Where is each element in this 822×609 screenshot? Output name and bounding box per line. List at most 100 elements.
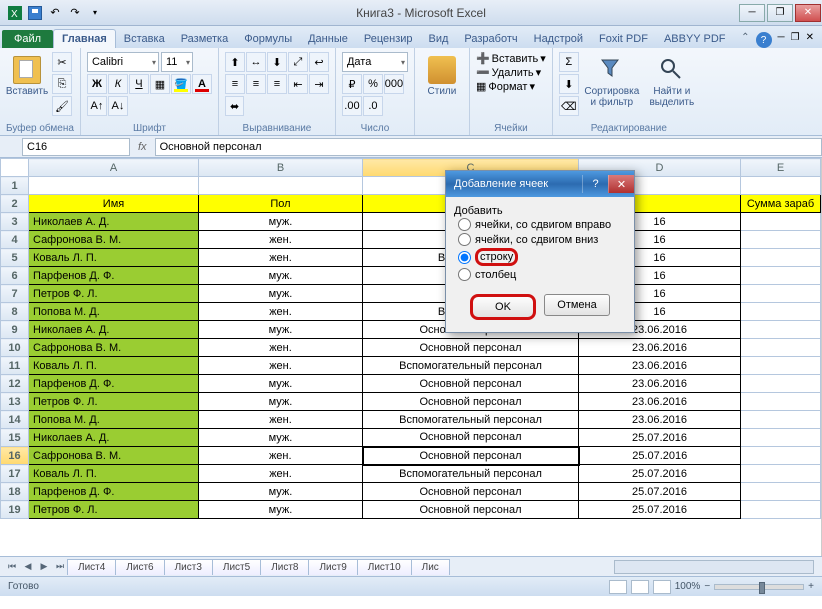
minimize-button[interactable]: ─ bbox=[739, 4, 765, 22]
font-size-combo[interactable]: 11 bbox=[161, 52, 193, 72]
format-painter-icon[interactable]: 🖌 bbox=[52, 96, 72, 116]
formula-input[interactable]: Основной персонал bbox=[155, 138, 822, 156]
italic-icon[interactable]: К bbox=[108, 74, 128, 94]
cell-name[interactable]: Сафронова В. М. bbox=[29, 231, 199, 249]
insert-cells-button[interactable]: ➕Вставить ▾ bbox=[476, 52, 546, 65]
cell-name[interactable]: Сафронова В. М. bbox=[29, 447, 199, 465]
font-name-combo[interactable]: Calibri bbox=[87, 52, 159, 72]
cell-empty[interactable] bbox=[741, 375, 821, 393]
radio-shift-down[interactable]: ячейки, со сдвигом вниз bbox=[454, 232, 626, 247]
cell-category[interactable]: Основной персонал bbox=[363, 429, 579, 447]
sheet-nav-prev-icon[interactable]: ◀ bbox=[20, 559, 36, 575]
cell-name[interactable]: Парфенов Д. Ф. bbox=[29, 375, 199, 393]
tab-layout[interactable]: Разметка bbox=[173, 30, 237, 48]
cell-category[interactable]: Вспомогательный персонал bbox=[363, 465, 579, 483]
cell-empty[interactable] bbox=[741, 447, 821, 465]
cell-name[interactable]: Коваль Л. П. bbox=[29, 249, 199, 267]
radio-row-input[interactable] bbox=[458, 251, 471, 264]
cell-category[interactable]: Вспомогательный персонал bbox=[363, 411, 579, 429]
row-header-10[interactable]: 10 bbox=[1, 339, 29, 357]
fill-icon[interactable]: ⬇ bbox=[559, 74, 579, 94]
cell-empty[interactable] bbox=[741, 267, 821, 285]
border-icon[interactable]: ▦ bbox=[150, 74, 170, 94]
cell-empty[interactable] bbox=[741, 231, 821, 249]
cell-empty[interactable] bbox=[741, 483, 821, 501]
copy-icon[interactable]: ⎘ bbox=[52, 74, 72, 94]
cell-empty[interactable] bbox=[741, 249, 821, 267]
dialog-help-icon[interactable]: ? bbox=[582, 175, 608, 193]
cell-sex[interactable]: жен. bbox=[199, 465, 363, 483]
find-select-button[interactable]: Найти и выделить bbox=[645, 52, 699, 108]
merge-icon[interactable]: ⬌ bbox=[225, 96, 244, 116]
row-header-1[interactable]: 1 bbox=[1, 177, 29, 195]
radio-shift-right[interactable]: ячейки, со сдвигом вправо bbox=[454, 217, 626, 232]
cell-name[interactable]: Николаев А. Д. bbox=[29, 429, 199, 447]
cell-sex[interactable]: муж. bbox=[199, 429, 363, 447]
row-header-12[interactable]: 12 bbox=[1, 375, 29, 393]
cell-date[interactable]: 23.06.2016 bbox=[579, 357, 741, 375]
doc-close-icon[interactable]: ✕ bbox=[806, 32, 814, 48]
sheet-tab-Лист6[interactable]: Лист6 bbox=[115, 559, 164, 575]
sheet-nav-first-icon[interactable]: ⏮ bbox=[4, 559, 20, 575]
zoom-in-icon[interactable]: + bbox=[808, 581, 814, 592]
tab-insert[interactable]: Вставка bbox=[116, 30, 173, 48]
row-header-19[interactable]: 19 bbox=[1, 501, 29, 519]
tab-developer[interactable]: Разработч bbox=[456, 30, 525, 48]
sort-filter-button[interactable]: Сортировка и фильтр bbox=[583, 52, 641, 108]
cell-name[interactable]: Парфенов Д. Ф. bbox=[29, 267, 199, 285]
row-header-14[interactable]: 14 bbox=[1, 411, 29, 429]
row-header-2[interactable]: 2 bbox=[1, 195, 29, 213]
row-header-7[interactable]: 7 bbox=[1, 285, 29, 303]
maximize-button[interactable]: ❐ bbox=[767, 4, 793, 22]
radio-shift-down-input[interactable] bbox=[458, 233, 471, 246]
radio-shift-right-input[interactable] bbox=[458, 218, 471, 231]
cell-category[interactable]: Основной персонал bbox=[363, 501, 579, 519]
cell-name[interactable]: Петров Ф. Л. bbox=[29, 501, 199, 519]
spreadsheet-grid[interactable]: ABCDE12ИмяПолКатегориСумма зараб3Николае… bbox=[0, 158, 822, 556]
row-header-16[interactable]: 16 bbox=[1, 447, 29, 465]
minimize-ribbon-icon[interactable]: ⌃ bbox=[741, 32, 749, 48]
dialog-titlebar[interactable]: Добавление ячеек ? ✕ bbox=[446, 171, 634, 197]
align-middle-icon[interactable]: ↔ bbox=[246, 52, 266, 72]
row-header-9[interactable]: 9 bbox=[1, 321, 29, 339]
row-header-13[interactable]: 13 bbox=[1, 393, 29, 411]
delete-cells-button[interactable]: ➖Удалить ▾ bbox=[476, 66, 541, 79]
clear-icon[interactable]: ⌫ bbox=[559, 96, 579, 116]
align-top-icon[interactable]: ⬆ bbox=[225, 52, 245, 72]
dialog-close-icon[interactable]: ✕ bbox=[608, 175, 634, 193]
cell-empty[interactable] bbox=[741, 465, 821, 483]
sheet-tab-Лист3[interactable]: Лист3 bbox=[164, 559, 213, 575]
row-header-6[interactable]: 6 bbox=[1, 267, 29, 285]
column-header-A[interactable]: A bbox=[29, 159, 199, 177]
orientation-icon[interactable]: ⤢ bbox=[288, 52, 308, 72]
sheet-nav-next-icon[interactable]: ▶ bbox=[36, 559, 52, 575]
row-header-8[interactable]: 8 bbox=[1, 303, 29, 321]
cell-name[interactable]: Попова М. Д. bbox=[29, 411, 199, 429]
cell-sex[interactable]: муж. bbox=[199, 483, 363, 501]
cell-sex[interactable]: жен. bbox=[199, 411, 363, 429]
tab-review[interactable]: Рецензир bbox=[356, 30, 421, 48]
cell-name[interactable]: Петров Ф. Л. bbox=[29, 285, 199, 303]
indent-dec-icon[interactable]: ⇤ bbox=[288, 74, 308, 94]
save-icon[interactable] bbox=[26, 4, 44, 22]
number-format-combo[interactable]: Дата bbox=[342, 52, 408, 72]
cell-name[interactable]: Попова М. Д. bbox=[29, 303, 199, 321]
row-header-11[interactable]: 11 bbox=[1, 357, 29, 375]
align-bottom-icon[interactable]: ⬇ bbox=[267, 52, 287, 72]
cell-sex[interactable]: муж. bbox=[199, 267, 363, 285]
qat-dropdown-icon[interactable]: ▾ bbox=[86, 4, 104, 22]
row-header-4[interactable]: 4 bbox=[1, 231, 29, 249]
zoom-out-icon[interactable]: − bbox=[704, 581, 710, 592]
doc-restore-icon[interactable]: ❐ bbox=[791, 32, 800, 48]
cell-date[interactable]: 25.07.2016 bbox=[579, 501, 741, 519]
help-icon[interactable]: ? bbox=[756, 32, 772, 48]
cell-empty[interactable] bbox=[741, 339, 821, 357]
tab-file[interactable]: Файл bbox=[2, 30, 53, 48]
cell-date[interactable]: 23.06.2016 bbox=[579, 375, 741, 393]
excel-icon[interactable]: X bbox=[6, 4, 24, 22]
cell-empty[interactable] bbox=[741, 285, 821, 303]
cancel-button[interactable]: Отмена bbox=[544, 294, 610, 316]
cell-sex[interactable]: муж. bbox=[199, 321, 363, 339]
cell-name[interactable]: Коваль Л. П. bbox=[29, 357, 199, 375]
cell-empty[interactable] bbox=[741, 411, 821, 429]
